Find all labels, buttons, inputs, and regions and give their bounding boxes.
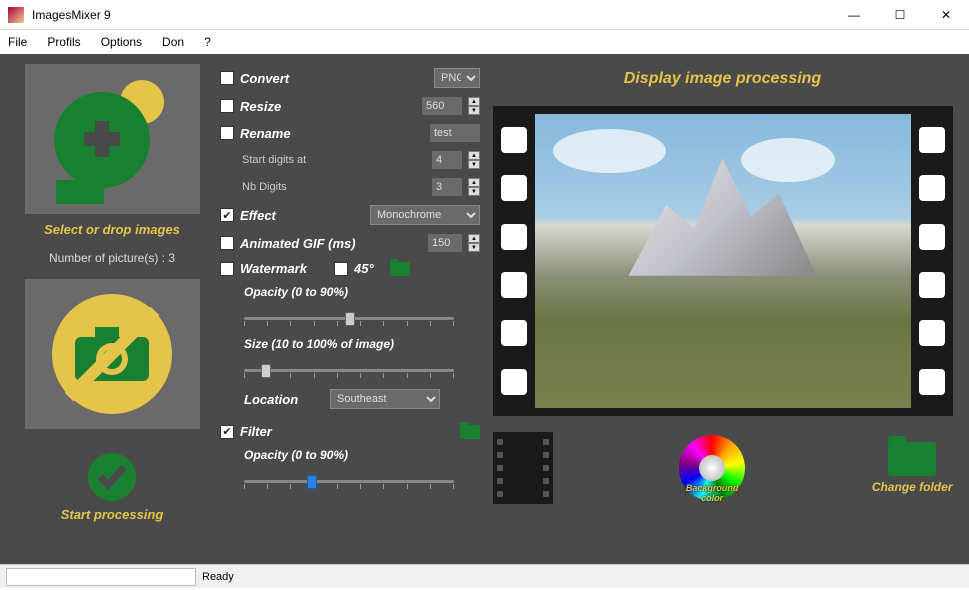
- rename-label: Rename: [240, 126, 424, 141]
- watermark-location-select[interactable]: Southeast: [330, 389, 440, 409]
- watermark-angle-label: 45°: [354, 261, 384, 276]
- options-panel: Convert PNG Resize ▲▼ Rename Start digit…: [220, 64, 480, 558]
- status-text: Ready: [202, 571, 234, 583]
- maximize-button[interactable]: ☐: [877, 0, 923, 30]
- menu-file[interactable]: File: [8, 35, 27, 49]
- menu-options[interactable]: Options: [101, 35, 142, 49]
- drop-zone[interactable]: [25, 64, 200, 214]
- gif-ms-input[interactable]: [428, 234, 462, 252]
- statusbar: Ready: [0, 564, 969, 588]
- watermark-folder-icon[interactable]: [390, 262, 410, 276]
- film-holes-left: [493, 106, 535, 416]
- add-image-icon: [42, 74, 182, 204]
- rename-value-input[interactable]: [430, 124, 480, 142]
- resize-label: Resize: [240, 99, 416, 114]
- watermark-location-label: Location: [244, 392, 324, 407]
- preview-bottom-row: Background color Change folder: [493, 432, 953, 504]
- no-preview-box: [25, 279, 200, 429]
- menu-profils[interactable]: Profils: [47, 35, 80, 49]
- filter-checkbox[interactable]: ✔: [220, 425, 234, 439]
- start-digits-label: Start digits at: [220, 154, 426, 166]
- menu-help[interactable]: ?: [204, 35, 211, 49]
- menu-don[interactable]: Don: [162, 35, 184, 49]
- gif-label: Animated GIF (ms): [240, 236, 422, 251]
- picture-count-label: Number of picture(s) : 3: [49, 251, 175, 265]
- menubar: File Profils Options Don ?: [0, 30, 969, 54]
- gif-spinner[interactable]: ▲▼: [468, 234, 480, 252]
- resize-spinner[interactable]: ▲▼: [468, 97, 480, 115]
- rename-checkbox[interactable]: [220, 126, 234, 140]
- left-panel: Select or drop images Number of picture(…: [12, 64, 212, 558]
- start-digits-input[interactable]: [432, 151, 462, 169]
- film-frame: [493, 106, 953, 416]
- filter-folder-icon[interactable]: [460, 425, 480, 439]
- change-folder-button[interactable]: Change folder: [872, 442, 953, 494]
- check-icon: [86, 451, 138, 503]
- resize-value-input[interactable]: [422, 97, 462, 115]
- preview-panel: Display image processing Background colo…: [488, 64, 957, 558]
- watermark-label: Watermark: [240, 261, 328, 276]
- nb-digits-label: Nb Digits: [220, 181, 426, 193]
- watermark-size-slider[interactable]: [244, 360, 454, 380]
- background-color-label: Background color: [679, 483, 745, 503]
- progress-bar: [6, 568, 196, 586]
- change-folder-label: Change folder: [872, 480, 953, 494]
- display-header: Display image processing: [624, 70, 821, 88]
- close-button[interactable]: ✕: [923, 0, 969, 30]
- start-processing-label: Start processing: [61, 507, 164, 522]
- minimize-button[interactable]: —: [831, 0, 877, 30]
- background-color-button[interactable]: Background color: [679, 435, 745, 501]
- convert-checkbox[interactable]: [220, 71, 234, 85]
- filter-opacity-slider[interactable]: [244, 471, 454, 491]
- effect-select[interactable]: Monochrome: [370, 205, 480, 225]
- filter-opacity-label: Opacity (0 to 90%): [244, 448, 480, 462]
- watermark-size-label: Size (10 to 100% of image): [244, 337, 480, 351]
- convert-label: Convert: [240, 71, 428, 86]
- preview-image: [535, 114, 911, 408]
- gif-checkbox[interactable]: [220, 236, 234, 250]
- film-holes-right: [911, 106, 953, 416]
- start-digits-spinner[interactable]: ▲▼: [468, 151, 480, 169]
- watermark-opacity-slider[interactable]: [244, 308, 454, 328]
- folder-icon: [888, 442, 936, 476]
- nb-digits-input[interactable]: [432, 178, 462, 196]
- effect-checkbox[interactable]: ✔: [220, 208, 234, 222]
- filter-label: Filter: [240, 424, 454, 439]
- window-title: ImagesMixer 9: [32, 8, 831, 22]
- mini-film-icon[interactable]: [493, 432, 553, 504]
- select-images-label: Select or drop images: [44, 222, 180, 237]
- watermark-checkbox[interactable]: [220, 262, 234, 276]
- start-processing-button[interactable]: Start processing: [61, 451, 164, 522]
- titlebar: ImagesMixer 9 — ☐ ✕: [0, 0, 969, 30]
- app-icon: [8, 7, 24, 23]
- watermark-angle-checkbox[interactable]: [334, 262, 348, 276]
- resize-checkbox[interactable]: [220, 99, 234, 113]
- convert-format-select[interactable]: PNG: [434, 68, 480, 88]
- watermark-opacity-label: Opacity (0 to 90%): [244, 285, 480, 299]
- nb-digits-spinner[interactable]: ▲▼: [468, 178, 480, 196]
- effect-label: Effect: [240, 208, 364, 223]
- no-camera-icon: [47, 289, 177, 419]
- workarea: Select or drop images Number of picture(…: [0, 54, 969, 564]
